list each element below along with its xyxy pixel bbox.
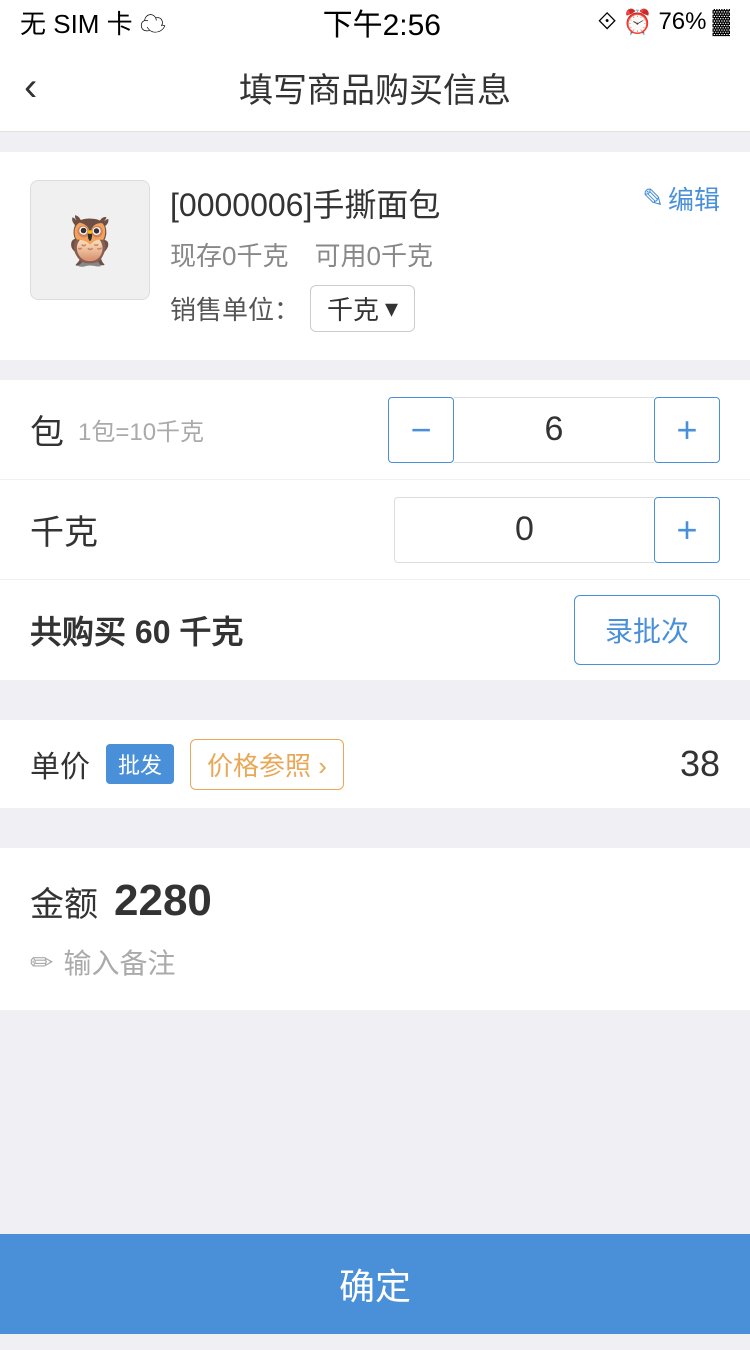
product-image: 🦉 (30, 180, 150, 300)
price-tag: 批发 (106, 744, 174, 784)
unit-select[interactable]: 千克 ▾ (310, 285, 415, 332)
product-unit-row: 销售单位： 千克 ▾ (170, 285, 720, 332)
separator-3 (0, 808, 750, 828)
amount-value: 2280 (114, 876, 212, 926)
pack-quantity-control: − + (388, 397, 720, 463)
product-stock: 现存0千克 可用0千克 (170, 236, 720, 273)
price-row: 单价 批发 价格参照 › 38 (30, 720, 720, 808)
form-section: 包 1包=10千克 − + 千克 + (0, 380, 750, 580)
product-name-row: [0000006]手撕面包 ✎ 编辑 (170, 180, 720, 226)
separator-1 (0, 360, 750, 380)
status-time: 下午2:56 (323, 0, 441, 44)
kg-row: 千克 + (0, 480, 750, 580)
kg-label: 千克 (30, 505, 98, 554)
price-value: 38 (680, 743, 720, 785)
amount-section: 金额 2280 ✏ 输入备注 (0, 848, 750, 1010)
edit-button[interactable]: ✎ 编辑 (642, 180, 720, 217)
status-left: 无 SIM 卡 ☁ (20, 4, 166, 41)
pack-minus-button[interactable]: − (388, 397, 454, 463)
battery-level: 76% (658, 8, 706, 36)
pack-label-group: 包 1包=10千克 (30, 405, 388, 454)
pack-row: 包 1包=10千克 − + (0, 380, 750, 480)
confirm-button[interactable]: 确定 (0, 1234, 750, 1334)
sim-status: 无 SIM 卡 ☁ (20, 4, 166, 41)
product-info: [0000006]手撕面包 ✎ 编辑 现存0千克 可用0千克 销售单位： 千克 … (170, 180, 720, 332)
alarm-icon: ⏰ (623, 8, 653, 37)
battery-icon: ▓ (713, 8, 731, 36)
price-ref-button[interactable]: 价格参照 › (190, 739, 344, 790)
status-bar: 无 SIM 卡 ☁ 下午2:56 ⟐ ⏰ 76% ▓ (0, 0, 750, 44)
unit-label: 销售单位： (170, 290, 300, 327)
total-text: 共购买 60 千克 (30, 607, 243, 653)
product-name: [0000006]手撕面包 (170, 180, 440, 226)
location-icon: ⟐ (598, 8, 617, 36)
chevron-down-icon: ▾ (385, 293, 398, 324)
kg-quantity-control: + (394, 497, 720, 563)
page-title: 填写商品购买信息 (239, 63, 511, 112)
kg-quantity-input[interactable] (394, 497, 654, 563)
record-batch-button[interactable]: 录批次 (574, 595, 720, 665)
unit-value: 千克 (327, 290, 379, 327)
amount-label: 金额 (30, 877, 98, 926)
edit-label: 编辑 (668, 180, 720, 217)
pack-quantity-input[interactable] (454, 397, 654, 463)
total-row: 共购买 60 千克 录批次 (0, 580, 750, 680)
remark-row[interactable]: ✏ 输入备注 (30, 942, 720, 982)
pencil-icon: ✏ (30, 946, 53, 979)
pack-hint: 1包=10千克 (78, 412, 204, 447)
back-button[interactable]: ‹ (24, 65, 37, 110)
pack-label: 包 (30, 405, 64, 454)
product-card: 🦉 [0000006]手撕面包 ✎ 编辑 现存0千克 可用0千克 销售单位： 千… (0, 152, 750, 360)
status-right: ⟐ ⏰ 76% ▓ (598, 8, 730, 37)
product-logo-icon: 🦉 (60, 212, 120, 269)
remark-placeholder: 输入备注 (63, 942, 175, 982)
edit-icon: ✎ (642, 183, 664, 214)
kg-plus-button[interactable]: + (654, 497, 720, 563)
pack-plus-button[interactable]: + (654, 397, 720, 463)
amount-row: 金额 2280 (30, 876, 720, 926)
price-label: 单价 (30, 742, 90, 786)
price-section: 单价 批发 价格参照 › 38 (0, 720, 750, 808)
separator-2 (0, 680, 750, 700)
nav-bar: ‹ 填写商品购买信息 (0, 44, 750, 132)
kg-label-group: 千克 (30, 505, 394, 554)
